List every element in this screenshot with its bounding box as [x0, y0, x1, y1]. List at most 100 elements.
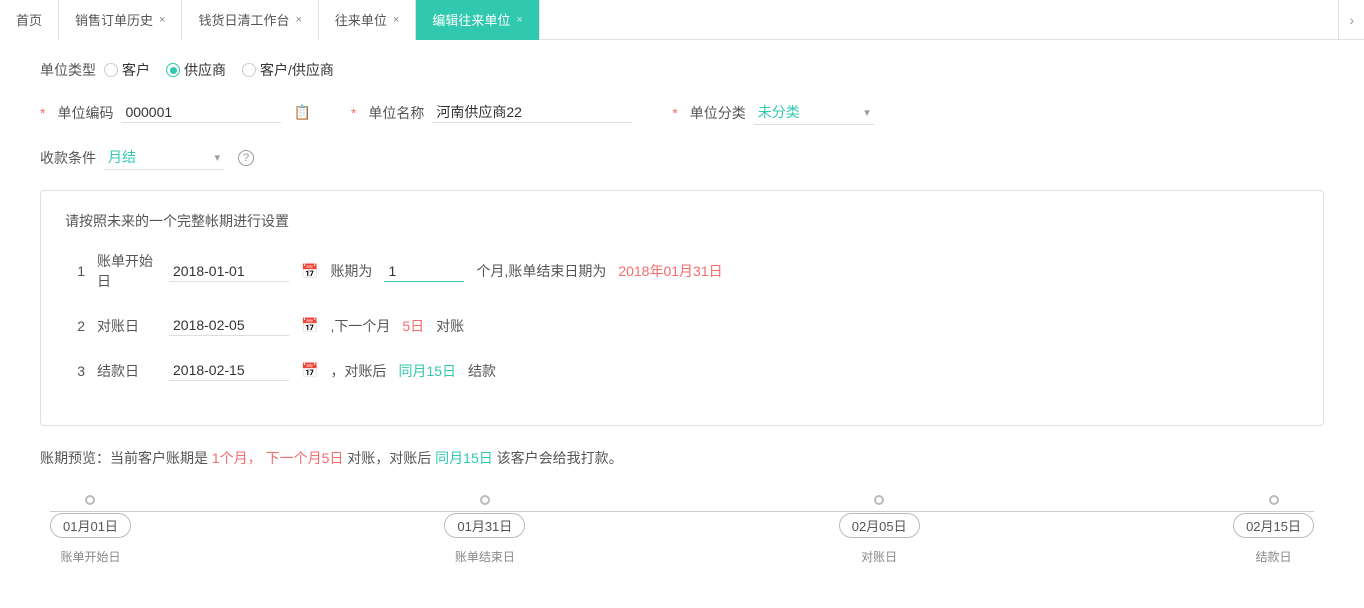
unit-name-input[interactable] [432, 102, 632, 123]
tab-edit-contact-label: 编辑往来单位 [432, 10, 510, 29]
calendar-icon[interactable]: 📋 [293, 104, 310, 121]
unit-code-input[interactable] [121, 102, 281, 123]
suffix-months: 个月,账单结束日期为 [476, 261, 606, 281]
unit-name-group: * 单位名称 [351, 102, 632, 123]
calendar-icon-3[interactable]: 📅 [301, 362, 318, 379]
preview-part1: 1个月， [212, 450, 262, 466]
radio-customer[interactable]: 客户 [104, 60, 150, 80]
payment-condition-label: 收款条件 [40, 148, 96, 168]
tab-home[interactable]: 首页 [0, 0, 59, 40]
period-label-1: 账单开始日 [97, 251, 157, 291]
unit-type-label: 单位类型 [40, 60, 96, 80]
radio-customer-label: 客户 [122, 60, 150, 80]
main-content: 单位类型 客户 供应商 客户/供应商 * 单位编码 [0, 40, 1364, 608]
close-icon[interactable]: × [295, 14, 301, 26]
preview-part2: 下一个月5日 [266, 450, 344, 466]
start-date-input[interactable] [169, 261, 289, 282]
timeline-label-1: 账单结束日 [455, 548, 515, 565]
tab-more-button[interactable]: › [1338, 0, 1364, 40]
timeline: 01月01日 账单开始日 01月31日 账单结束日 02月05日 对账日 02月… [40, 495, 1324, 565]
end-date-highlight: 2018年01月31日 [618, 261, 722, 281]
required-mark: * [40, 105, 45, 121]
suffix-after-reconcile: ，对账后 [330, 361, 386, 381]
payment-condition-group: 收款条件 月结 ▾ ? [40, 145, 254, 170]
calendar-icon-2[interactable]: 📅 [301, 317, 318, 334]
unit-type-group: 单位类型 客户 供应商 客户/供应商 [40, 60, 334, 80]
timeline-dot-1 [480, 495, 490, 505]
unit-type-row: 单位类型 客户 供应商 客户/供应商 [40, 60, 1324, 80]
reconcile-date-input[interactable] [169, 315, 289, 336]
radio-group: 客户 供应商 客户/供应商 [104, 60, 334, 80]
suffix-reconcile: 对账 [436, 316, 464, 336]
unit-code-label: 单位编码 [57, 103, 113, 123]
tab-sales-history[interactable]: 销售订单历史 × [59, 0, 182, 40]
radio-circle-supplier [166, 63, 180, 77]
unit-code-group: * 单位编码 📋 [40, 102, 311, 123]
close-icon[interactable]: × [516, 14, 522, 26]
period-num-3: 3 [65, 363, 85, 379]
required-mark: * [672, 105, 677, 121]
chevron-down-icon: ▾ [864, 106, 870, 119]
tabs-bar: 首页 销售订单历史 × 钱货日清工作台 × 往来单位 × 编辑往来单位 × › [0, 0, 1364, 40]
timeline-dot-0 [85, 495, 95, 505]
timeline-item-0: 01月01日 账单开始日 [50, 495, 131, 565]
timeline-items: 01月01日 账单开始日 01月31日 账单结束日 02月05日 对账日 02月… [50, 495, 1314, 565]
tab-cashflow-label: 钱货日清工作台 [198, 10, 289, 29]
radio-both-label: 客户/供应商 [260, 60, 334, 80]
tab-sales-history-label: 销售订单历史 [75, 10, 153, 29]
unit-info-row: * 单位编码 📋 * 单位名称 * 单位分类 未分类 ▾ [40, 100, 1324, 125]
unit-category-value: 未分类 [758, 102, 860, 122]
period-row-2: 2 对账日 📅 ,下一个月 5日 对账 [65, 315, 1299, 336]
suffix-account-period: 账期为 [330, 261, 372, 281]
suffix-next-month: ,下一个月 [330, 316, 390, 336]
unit-category-group: * 单位分类 未分类 ▾ [672, 100, 873, 125]
period-title: 请按照未来的一个完整帐期进行设置 [65, 211, 1299, 231]
timeline-dot-2 [874, 495, 884, 505]
unit-category-label: 单位分类 [690, 103, 746, 123]
radio-both[interactable]: 客户/供应商 [242, 60, 334, 80]
chevron-down-icon: ▾ [214, 151, 220, 164]
timeline-item-1: 01月31日 账单结束日 [444, 495, 525, 565]
timeline-dot-3 [1269, 495, 1279, 505]
period-num-1: 1 [65, 263, 85, 279]
payment-condition-value: 月结 [108, 147, 210, 167]
payment-day-highlight: 同月15日 [398, 361, 456, 381]
payment-condition-row: 收款条件 月结 ▾ ? [40, 145, 1324, 170]
close-icon[interactable]: × [159, 14, 165, 26]
chevron-right-icon: › [1349, 12, 1354, 28]
tab-home-label: 首页 [16, 10, 42, 29]
period-months-input[interactable] [384, 261, 464, 282]
tab-edit-contact[interactable]: 编辑往来单位 × [416, 0, 539, 40]
preview-part5: 该客户会给我打款。 [497, 450, 623, 466]
suffix-payment: 结款 [468, 361, 496, 381]
timeline-item-3: 02月15日 结款日 [1233, 495, 1314, 565]
period-label-2: 对账日 [97, 316, 157, 336]
timeline-item-2: 02月05日 对账日 [839, 495, 920, 565]
timeline-badge-3: 02月15日 [1233, 513, 1314, 538]
unit-category-select[interactable]: 未分类 ▾ [754, 100, 874, 125]
reconcile-day-highlight: 5日 [402, 316, 424, 336]
timeline-label-2: 对账日 [861, 548, 897, 565]
payment-date-input[interactable] [169, 360, 289, 381]
preview-part4: 同月15日 [435, 450, 493, 466]
tab-contacts-label: 往来单位 [335, 10, 387, 29]
required-mark: * [351, 105, 356, 121]
timeline-badge-2: 02月05日 [839, 513, 920, 538]
period-num-2: 2 [65, 318, 85, 334]
period-row-3: 3 结款日 📅 ，对账后 同月15日 结款 [65, 360, 1299, 381]
tab-cashflow[interactable]: 钱货日清工作台 × [182, 0, 318, 40]
radio-supplier[interactable]: 供应商 [166, 60, 226, 80]
period-label-3: 结款日 [97, 361, 157, 381]
radio-circle-both [242, 63, 256, 77]
help-icon[interactable]: ? [238, 150, 254, 166]
radio-circle-customer [104, 63, 118, 77]
radio-supplier-label: 供应商 [184, 60, 226, 80]
unit-name-label: 单位名称 [368, 103, 424, 123]
timeline-badge-1: 01月31日 [444, 513, 525, 538]
close-icon[interactable]: × [393, 14, 399, 26]
calendar-icon-1[interactable]: 📅 [301, 263, 318, 280]
tab-contacts[interactable]: 往来单位 × [319, 0, 416, 40]
payment-condition-select[interactable]: 月结 ▾ [104, 145, 224, 170]
preview-label: 账期预览：当前客户账期是 [40, 450, 208, 466]
timeline-badge-0: 01月01日 [50, 513, 131, 538]
